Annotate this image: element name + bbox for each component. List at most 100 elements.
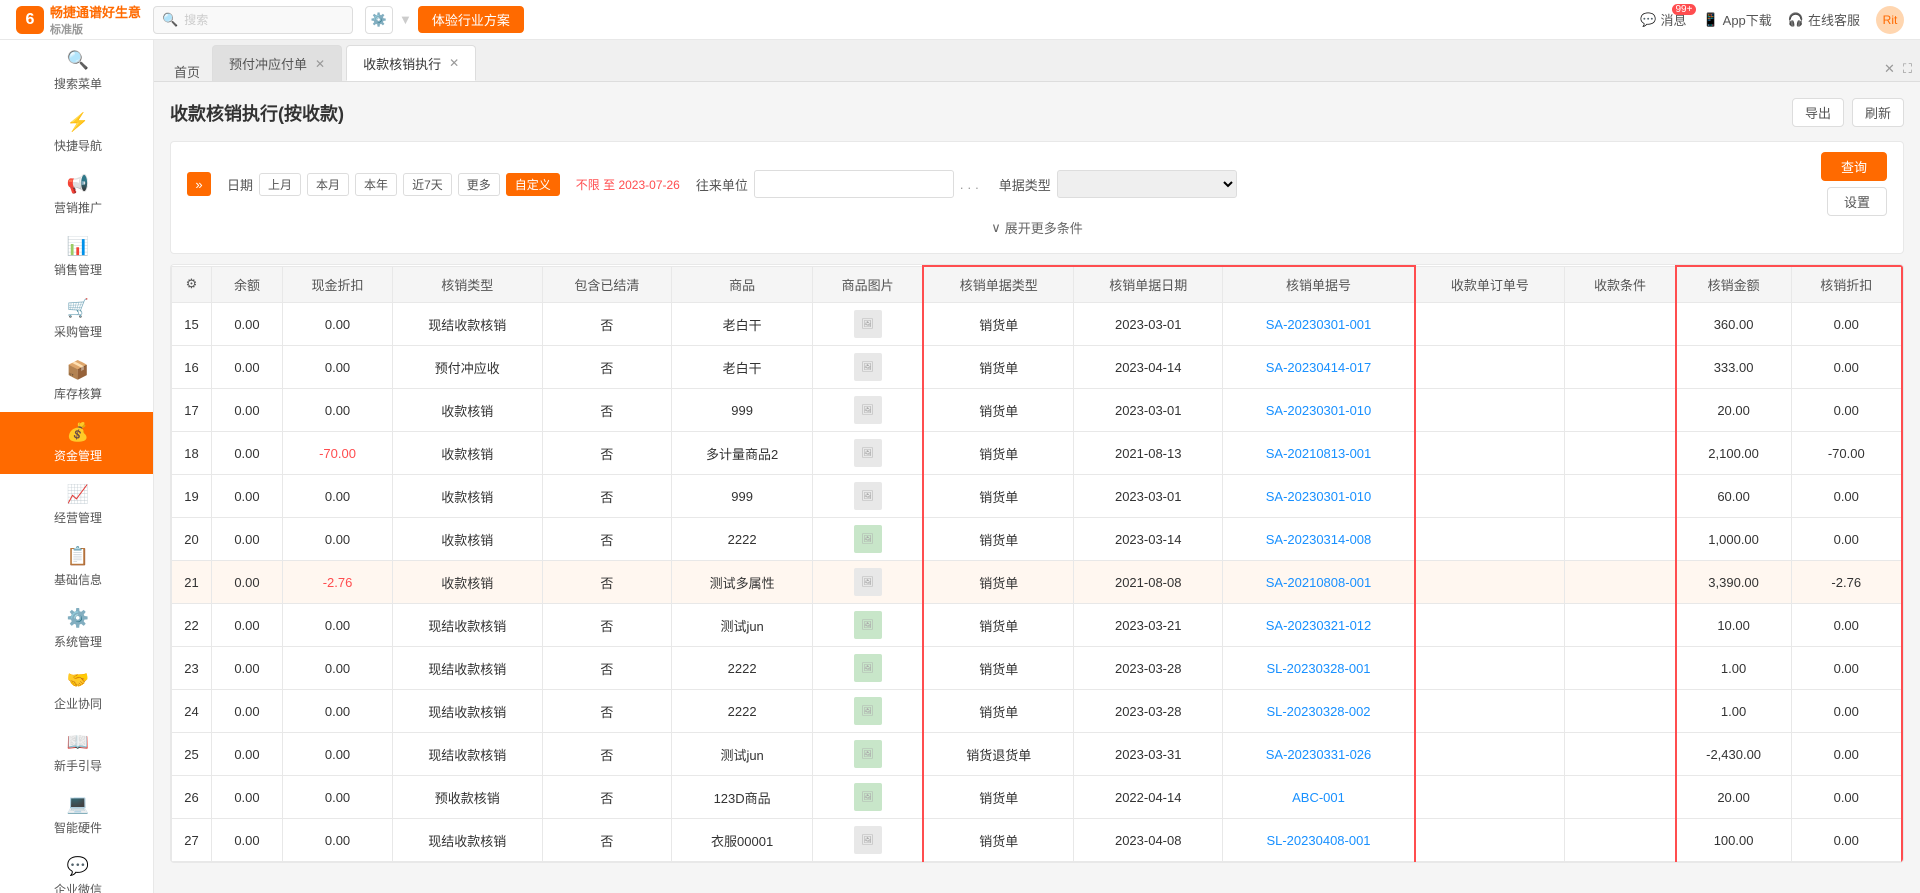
page-title: 收款核销执行(按收款) — [170, 100, 344, 126]
query-btn[interactable]: 查询 — [1821, 152, 1887, 181]
bill-no-link[interactable]: SL-20230328-002 — [1266, 704, 1370, 719]
sidebar-label-basic: 基础信息 — [54, 571, 102, 588]
tab-receivable[interactable]: 收款核销执行 ✕ — [346, 45, 476, 81]
sidebar-item-guide[interactable]: 📖 新手引导 — [0, 722, 153, 784]
tab-expand-icon[interactable]: ⛶ — [1903, 61, 1912, 77]
bill-no-link[interactable]: SA-20230314-008 — [1266, 532, 1372, 547]
bill-no-link[interactable]: SL-20230408-001 — [1266, 833, 1370, 848]
date-btn-more[interactable]: 更多 — [458, 173, 500, 196]
cell-amount: 1.00 — [1676, 647, 1791, 690]
industry-btn[interactable]: 体验行业方案 — [418, 6, 524, 33]
sidebar-label-quick: 快捷导航 — [54, 137, 102, 154]
bill-no-link[interactable]: SA-20210813-001 — [1266, 446, 1372, 461]
tab-prepay-close[interactable]: ✕ — [315, 57, 325, 71]
date-btn-this-month[interactable]: 本月 — [307, 173, 349, 196]
th-settings[interactable]: ⚙ — [172, 266, 212, 303]
quick-icon: ⚡ — [67, 112, 89, 133]
app-download-btn[interactable]: 📱 App下载 — [1702, 10, 1771, 29]
avatar[interactable]: Rit — [1876, 6, 1904, 34]
tab-close-all-icon[interactable]: ✕ — [1884, 61, 1895, 77]
sidebar-item-business[interactable]: 📈 经营管理 — [0, 474, 153, 536]
sidebar-label-search: 搜索菜单 — [54, 75, 102, 92]
table-body: 15 0.00 0.00 现结收款核销 否 老白干 🖼 销货单 2023-03-… — [172, 303, 1903, 864]
settings-btn[interactable]: 设置 — [1827, 187, 1887, 216]
cell-type: 收款核销 — [393, 518, 542, 561]
cell-id: 15 — [172, 303, 212, 346]
th-bill-no: 核销单据号 — [1223, 266, 1415, 303]
cell-cash-discount: 0.00 — [282, 604, 392, 647]
cell-included: 否 — [542, 432, 672, 475]
cell-discount: -2.76 — [1791, 561, 1902, 604]
cell-amount: 100.00 — [1676, 819, 1791, 862]
sidebar-item-inventory[interactable]: 📦 库存核算 — [0, 350, 153, 412]
cell-type: 预付冲应收 — [393, 346, 542, 389]
bill-no-link[interactable]: SA-20230301-010 — [1266, 403, 1372, 418]
cell-id: 16 — [172, 346, 212, 389]
expand-more-btn[interactable]: ∨ 展开更多条件 — [983, 216, 1091, 239]
date-btn-last-month[interactable]: 上月 — [259, 173, 301, 196]
date-btn-7days[interactable]: 近7天 — [403, 173, 452, 196]
bill-type-select[interactable] — [1057, 170, 1237, 198]
sidebar-item-marketing[interactable]: 📢 营销推广 — [0, 164, 153, 226]
cell-balance: 0.00 — [212, 604, 283, 647]
export-btn[interactable]: 导出 — [1792, 98, 1844, 127]
cell-id: 20 — [172, 518, 212, 561]
cell-id: 21 — [172, 561, 212, 604]
sidebar-item-finance[interactable]: 💰 资金管理 — [0, 412, 153, 474]
date-label: 日期 — [227, 175, 253, 194]
cell-bill-type: 销货退货单 — [923, 733, 1073, 776]
cell-type: 现结收款核销 — [393, 733, 542, 776]
top-search-box[interactable]: 🔍 搜索 — [153, 6, 353, 34]
th-order-no: 收款单订单号 — [1415, 266, 1565, 303]
cell-included: 否 — [542, 819, 672, 862]
cell-amount: 3,390.00 — [1676, 561, 1791, 604]
sidebar-item-quick[interactable]: ⚡ 快捷导航 — [0, 102, 153, 164]
top-bar: 6 畅捷通谱好生意 标准版 🔍 搜索 ⚙️ ▼ 体验行业方案 💬 消息 99+ … — [0, 0, 1920, 40]
bill-no-link[interactable]: SA-20210808-001 — [1266, 575, 1372, 590]
service-btn[interactable]: 🎧 在线客服 — [1788, 10, 1860, 29]
product-image: 🖼 — [854, 783, 882, 811]
cell-type: 现结收款核销 — [393, 647, 542, 690]
sidebar-item-system[interactable]: ⚙️ 系统管理 — [0, 598, 153, 660]
cell-balance: 0.00 — [212, 346, 283, 389]
cell-amount: -2,430.00 — [1676, 733, 1791, 776]
sidebar-label-weixin: 企业微信 — [54, 881, 102, 893]
cell-order-no — [1415, 303, 1565, 346]
sidebar-item-purchase[interactable]: 🛒 采购管理 — [0, 288, 153, 350]
table-row: 24 0.00 0.00 现结收款核销 否 2222 🖼 销货单 2023-03… — [172, 690, 1903, 733]
cell-payment-term — [1565, 389, 1676, 432]
cell-balance: 0.00 — [212, 518, 283, 561]
bill-no-link[interactable]: ABC-001 — [1292, 790, 1345, 805]
cell-img: 🖼 — [812, 303, 923, 346]
sidebar-item-sales[interactable]: 📊 销售管理 — [0, 226, 153, 288]
sidebar-item-hardware[interactable]: 💻 智能硬件 — [0, 784, 153, 846]
cell-id: 18 — [172, 432, 212, 475]
cell-type: 收款核销 — [393, 561, 542, 604]
bill-no-link[interactable]: SA-20230321-012 — [1266, 618, 1372, 633]
partner-input[interactable] — [754, 170, 954, 198]
bill-no-link[interactable]: SL-20230328-001 — [1266, 661, 1370, 676]
message-btn[interactable]: 💬 消息 99+ — [1640, 10, 1686, 29]
cell-amount: 10.00 — [1676, 604, 1791, 647]
filter-expand-arrow[interactable]: » — [187, 172, 211, 196]
bill-no-link[interactable]: SA-20230301-001 — [1266, 317, 1372, 332]
refresh-btn[interactable]: 刷新 — [1852, 98, 1904, 127]
sidebar-item-weixin[interactable]: 💬 企业微信 — [0, 846, 153, 893]
tab-home[interactable]: 首页 — [162, 62, 212, 81]
tab-receivable-close[interactable]: ✕ — [449, 56, 459, 70]
bill-no-link[interactable]: SA-20230331-026 — [1266, 747, 1372, 762]
tab-prepay[interactable]: 预付冲应付单 ✕ — [212, 45, 342, 81]
bill-no-link[interactable]: SA-20230301-010 — [1266, 489, 1372, 504]
cell-balance: 0.00 — [212, 432, 283, 475]
cell-bill-type: 销货单 — [923, 561, 1073, 604]
sidebar-item-corp[interactable]: 🤝 企业协同 — [0, 660, 153, 722]
sidebar-item-search[interactable]: 🔍 搜索菜单 — [0, 40, 153, 102]
cell-discount: 0.00 — [1791, 690, 1902, 733]
date-btn-this-year[interactable]: 本年 — [355, 173, 397, 196]
table-row: 20 0.00 0.00 收款核销 否 2222 🖼 销货单 2023-03-1… — [172, 518, 1903, 561]
settings-gear-btn[interactable]: ⚙️ — [365, 6, 393, 34]
cell-bill-no: SA-20230321-012 — [1223, 604, 1415, 647]
date-btn-custom[interactable]: 自定义 — [506, 173, 560, 196]
sidebar-item-basic[interactable]: 📋 基础信息 — [0, 536, 153, 598]
bill-no-link[interactable]: SA-20230414-017 — [1266, 360, 1372, 375]
